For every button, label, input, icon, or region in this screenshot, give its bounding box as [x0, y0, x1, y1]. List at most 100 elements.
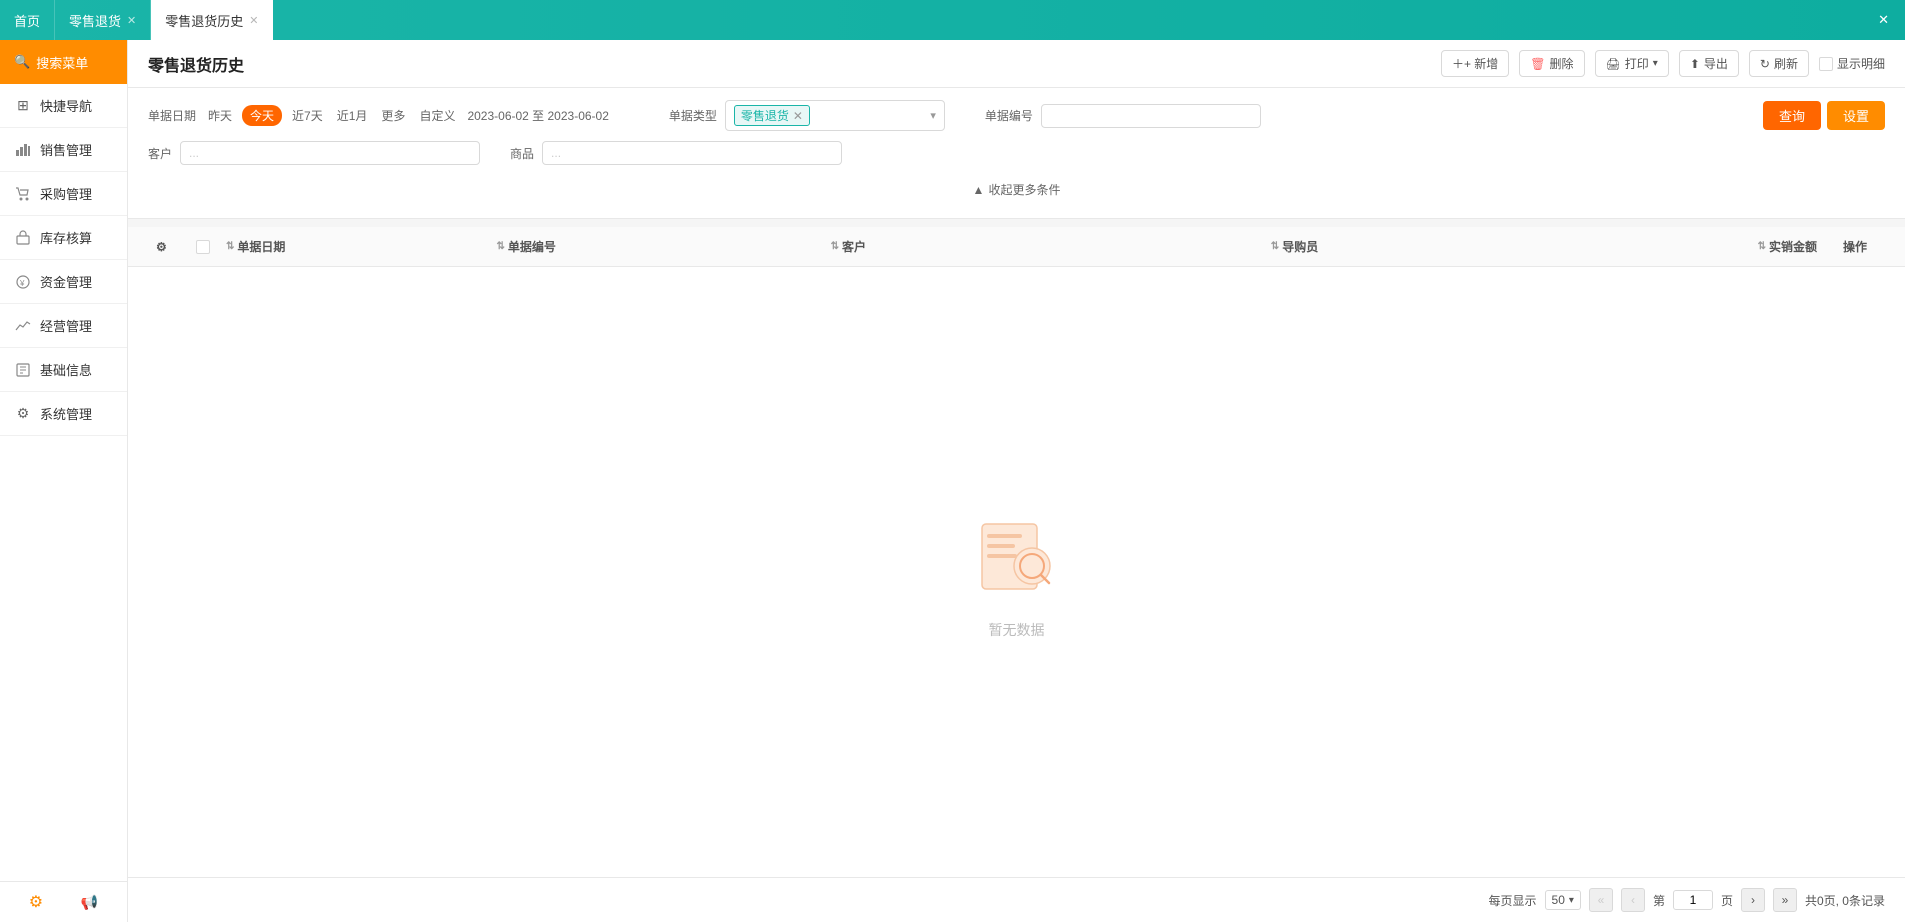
- system-icon: ⚙: [14, 405, 32, 423]
- refresh-icon: ↻: [1760, 57, 1770, 71]
- sidebar-item-basic[interactable]: 基础信息: [0, 348, 127, 392]
- pagination: 每页显示 50 ▾ « ‹ 第 页 › » 共0页, 0条记录: [128, 877, 1905, 922]
- sidebar-menu: ⊞ 快捷导航 销售管理 采购管理 库存核算: [0, 84, 127, 881]
- sidebar-item-operations[interactable]: 经营管理: [0, 304, 127, 348]
- delete-icon: 🗑: [1530, 57, 1545, 71]
- number-filter-label: 单据编号: [985, 107, 1033, 124]
- query-button[interactable]: 查询: [1763, 101, 1821, 130]
- collapse-icon: ▲: [973, 183, 985, 197]
- checkbox-display[interactable]: [1819, 57, 1833, 71]
- th-action: 操作: [1825, 238, 1885, 255]
- sales-icon: [14, 141, 32, 159]
- date-7days[interactable]: 近7天: [288, 105, 327, 126]
- export-button[interactable]: ⬆ 导出: [1679, 50, 1739, 77]
- sidebar-item-sales[interactable]: 销售管理: [0, 128, 127, 172]
- th-guide: ⇅ 导购员: [1263, 238, 1597, 255]
- sidebar-item-finance[interactable]: ¥ 资金管理: [0, 260, 127, 304]
- quick-nav-icon: ⊞: [14, 97, 32, 115]
- filter-area: 单据日期 昨天 今天 近7天 近1月 更多 自定义 2023-06-02 至 2…: [128, 88, 1905, 219]
- sort-amount-icon[interactable]: ⇅: [1758, 241, 1766, 252]
- top-bar: 首页 零售退货 ✕ 零售退货历史 ✕ ✕: [0, 0, 1905, 40]
- prev-page-btn[interactable]: ‹: [1621, 888, 1645, 912]
- type-tag-close[interactable]: ✕: [793, 109, 803, 123]
- table-settings-icon[interactable]: ⚙: [156, 240, 167, 254]
- empty-text: 暂无数据: [989, 620, 1045, 640]
- th-date: ⇅ 单据日期: [218, 238, 489, 255]
- sidebar-item-purchase[interactable]: 采购管理: [0, 172, 127, 216]
- audio-footer-icon[interactable]: 📢: [81, 894, 98, 911]
- page-number-input[interactable]: [1673, 890, 1713, 910]
- th-amount: ⇅ 实销金额: [1597, 238, 1825, 255]
- display-switch[interactable]: 显示明细: [1819, 55, 1885, 72]
- sort-icon[interactable]: ⇅: [226, 241, 234, 252]
- page-size-select[interactable]: 50 ▾: [1545, 890, 1581, 910]
- date-range-display: 2023-06-02 至 2023-06-02: [467, 107, 608, 124]
- sidebar-footer: ⚙ 📢: [0, 881, 127, 922]
- last-page-btn[interactable]: »: [1773, 888, 1797, 912]
- page-size-value: 50: [1552, 893, 1565, 907]
- date-yesterday[interactable]: 昨天: [204, 105, 236, 126]
- th-number: ⇅ 单据编号: [489, 238, 823, 255]
- plus-icon: ＋: [1452, 55, 1464, 72]
- date-more[interactable]: 更多: [377, 105, 409, 126]
- refresh-button[interactable]: ↻ 刷新: [1749, 50, 1809, 77]
- settings-footer-icon[interactable]: ⚙: [29, 892, 43, 912]
- number-filter-input[interactable]: [1041, 104, 1261, 128]
- print-icon: 🖨: [1606, 57, 1621, 71]
- sidebar-search[interactable]: 🔍 搜索菜单: [0, 40, 127, 84]
- table-header: ⚙ ⇅ 单据日期 ⇅ 单据编号 ⇅ 客户 ⇅: [128, 227, 1905, 267]
- delete-button[interactable]: 🗑 删除: [1519, 50, 1584, 77]
- filter-row-1: 单据日期 昨天 今天 近7天 近1月 更多 自定义 2023-06-02 至 2…: [148, 100, 1885, 131]
- customer-filter-select[interactable]: ...: [180, 141, 480, 165]
- purchase-icon: [14, 185, 32, 203]
- date-filter-label: 单据日期: [148, 107, 196, 124]
- search-icon: 🔍: [14, 54, 30, 70]
- operations-icon: [14, 317, 32, 335]
- th-check[interactable]: [188, 240, 218, 254]
- sidebar-item-quick-nav[interactable]: ⊞ 快捷导航: [0, 84, 127, 128]
- date-today[interactable]: 今天: [242, 105, 282, 126]
- th-settings[interactable]: ⚙: [148, 240, 188, 254]
- tab-return-history[interactable]: 零售退货历史 ✕: [151, 0, 273, 40]
- empty-state: 暂无数据: [128, 267, 1905, 877]
- sidebar-item-inventory[interactable]: 库存核算: [0, 216, 127, 260]
- date-custom[interactable]: 自定义: [415, 105, 459, 126]
- print-button[interactable]: 🖨 打印 ▾: [1595, 50, 1669, 77]
- export-icon: ⬆: [1690, 57, 1700, 71]
- page-unit: 页: [1721, 892, 1733, 909]
- page-size-label: 每页显示: [1489, 892, 1537, 909]
- tab-return-history-close[interactable]: ✕: [249, 14, 258, 27]
- type-filter-label: 单据类型: [669, 107, 717, 124]
- svg-text:¥: ¥: [19, 279, 25, 288]
- first-page-btn[interactable]: «: [1589, 888, 1613, 912]
- date-shortcuts: 昨天 今天 近7天 近1月 更多 自定义: [204, 105, 459, 126]
- tab-return[interactable]: 零售退货 ✕: [55, 0, 151, 40]
- window-close-btn[interactable]: ✕: [1878, 12, 1905, 28]
- next-page-btn[interactable]: ›: [1741, 888, 1765, 912]
- goods-filter-select[interactable]: ...: [542, 141, 842, 165]
- inventory-icon: [14, 229, 32, 247]
- type-select-arrow: ▾: [930, 109, 936, 122]
- tab-home[interactable]: 首页: [0, 0, 55, 40]
- settings-button[interactable]: 设置: [1827, 101, 1885, 130]
- type-filter-select[interactable]: 零售退货 ✕ ▾: [725, 100, 945, 131]
- page-header: 零售退货历史 ＋ + 新增 🗑 删除 🖨 打印 ▾ ⬆ 导出: [128, 40, 1905, 88]
- main-content: 零售退货历史 ＋ + 新增 🗑 删除 🖨 打印 ▾ ⬆ 导出: [128, 40, 1905, 922]
- goods-filter-label: 商品: [510, 145, 534, 162]
- basic-icon: [14, 361, 32, 379]
- sort-num-icon[interactable]: ⇅: [497, 241, 505, 252]
- select-all-checkbox[interactable]: [196, 240, 210, 254]
- table-area: ⚙ ⇅ 单据日期 ⇅ 单据编号 ⇅ 客户 ⇅: [128, 227, 1905, 877]
- sort-customer-icon[interactable]: ⇅: [831, 241, 839, 252]
- th-customer: ⇅ 客户: [823, 238, 1263, 255]
- tab-return-close[interactable]: ✕: [127, 14, 136, 27]
- collapse-button[interactable]: ▲ 收起更多条件: [953, 175, 1081, 204]
- finance-icon: ¥: [14, 273, 32, 291]
- customer-filter-label: 客户: [148, 145, 172, 162]
- layout: 🔍 搜索菜单 ⊞ 快捷导航 销售管理 采购管理: [0, 40, 1905, 922]
- sort-guide-icon[interactable]: ⇅: [1271, 241, 1279, 252]
- sidebar-item-system[interactable]: ⚙ 系统管理: [0, 392, 127, 436]
- page-prefix: 第: [1653, 892, 1665, 909]
- date-1month[interactable]: 近1月: [333, 105, 372, 126]
- new-button[interactable]: ＋ + 新增: [1441, 50, 1509, 77]
